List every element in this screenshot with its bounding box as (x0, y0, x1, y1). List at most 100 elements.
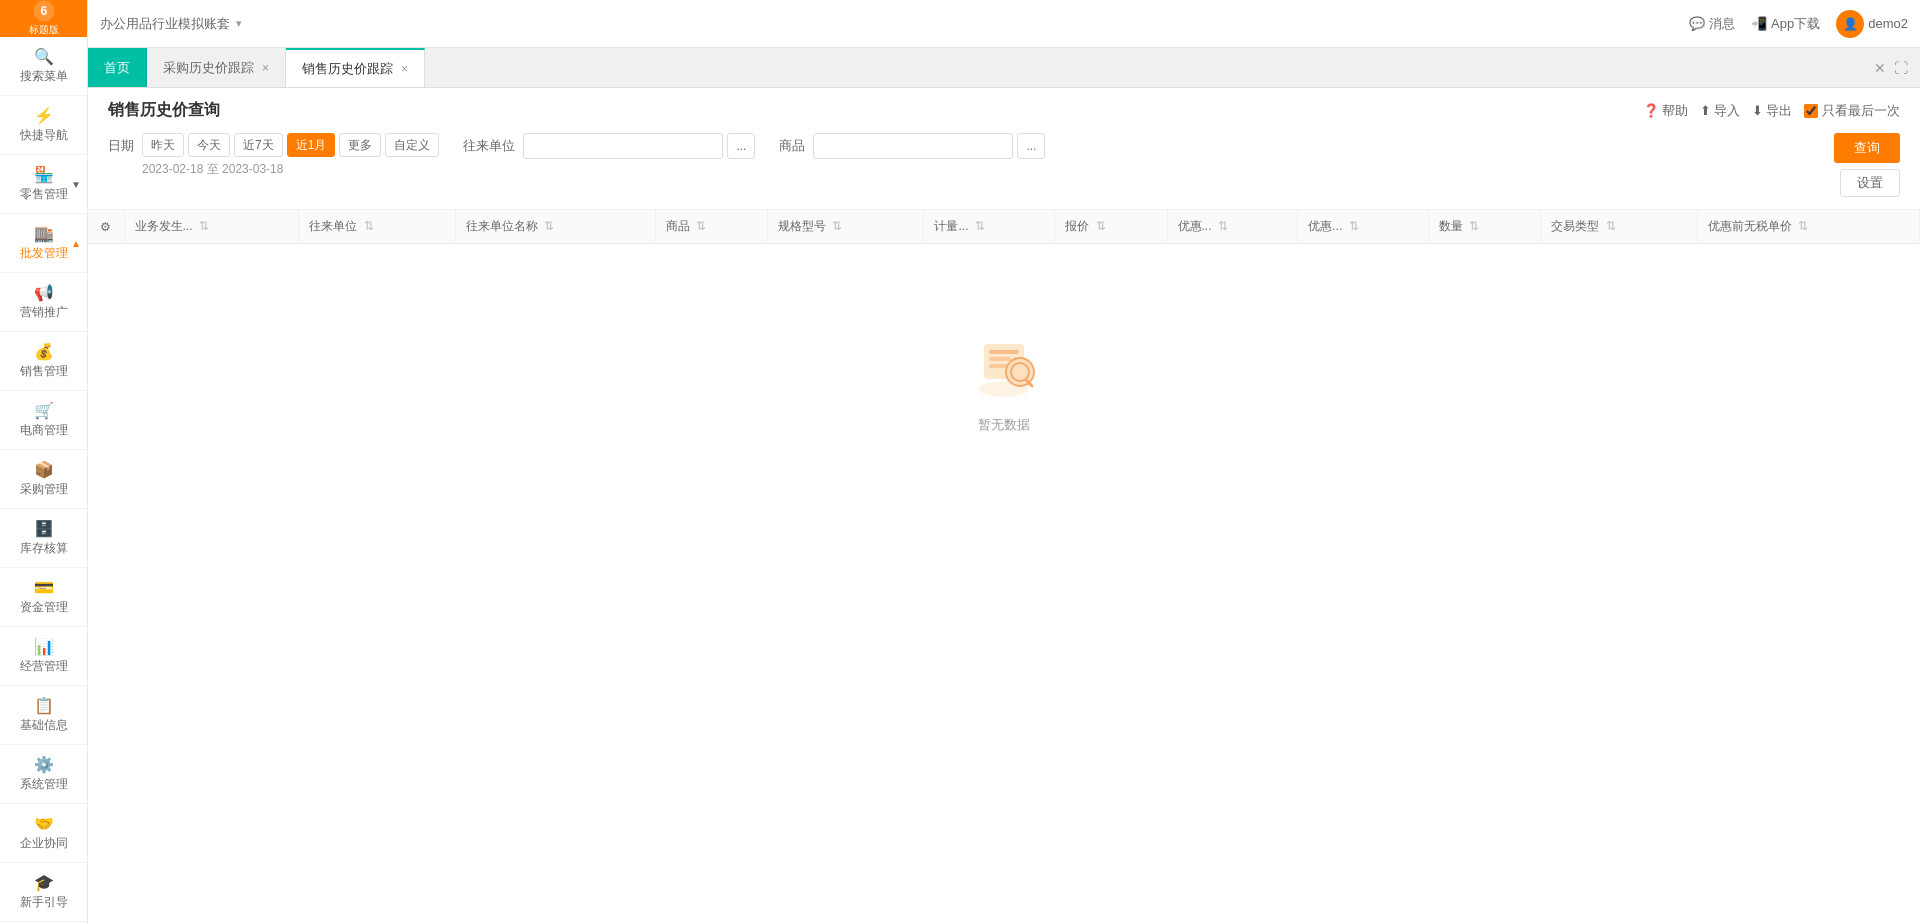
th-quantity-label: 数量 (1439, 219, 1463, 233)
th-spec[interactable]: 规格型号 ⇅ (768, 210, 924, 244)
app-download-icon: 📲 (1751, 16, 1767, 31)
th-quantity-sort-icon: ⇅ (1469, 219, 1479, 233)
sidebar-item-inventory[interactable]: 🗄️ 库存核算 (0, 509, 87, 568)
app-download-label: App下载 (1771, 15, 1820, 33)
import-icon: ⬆ (1700, 103, 1711, 118)
data-table: ⚙ 业务发生... ⇅ 往来单位 ⇅ 往来单位名称 ⇅ (88, 210, 1920, 244)
th-quantity[interactable]: 数量 ⇅ (1428, 210, 1540, 244)
th-settings[interactable]: ⚙ (88, 210, 124, 244)
tab-purchase-history-close[interactable]: × (262, 61, 269, 75)
sidebar: 6 标题版 🔍 搜索菜单 ⚡ 快捷导航 🏪 零售管理 ▼ 🏬 批发管理 ▲ 📢 … (0, 0, 88, 924)
message-action[interactable]: 💬 消息 (1689, 15, 1735, 33)
sidebar-item-basic[interactable]: 📋 基础信息 (0, 686, 87, 745)
goods-filter-label: 商品 (779, 133, 805, 159)
th-no-tax-price[interactable]: 优惠前无税单价 ⇅ (1697, 210, 1919, 244)
th-partner-code-label: 往来单位 (309, 219, 357, 233)
partner-input[interactable] (523, 133, 723, 159)
tab-extra: ✕ ⛶ (1862, 48, 1920, 87)
sidebar-item-wholesale-label: 批发管理 (20, 245, 68, 262)
date-btn-yesterday[interactable]: 昨天 (142, 133, 184, 157)
sidebar-item-wholesale[interactable]: 🏬 批发管理 ▲ (0, 214, 87, 273)
th-business-date-sort-icon: ⇅ (199, 219, 209, 233)
tab-sales-history[interactable]: 销售历史价跟踪 × (286, 48, 425, 87)
partner-dots-btn[interactable]: ... (727, 133, 755, 159)
tab-home-label: 首页 (104, 59, 130, 77)
export-action[interactable]: ⬇ 导出 (1752, 102, 1792, 120)
empty-state: 暂无数据 (88, 244, 1920, 514)
svg-text:6: 6 (40, 4, 47, 18)
tab-purchase-history-label: 采购历史价跟踪 (163, 59, 254, 77)
goods-input[interactable] (813, 133, 1013, 159)
sidebar-item-marketing[interactable]: 📢 营销推广 (0, 273, 87, 332)
sidebar-item-ecommerce[interactable]: 🛒 电商管理 (0, 391, 87, 450)
th-discount2[interactable]: 优惠... ⇅ (1298, 210, 1429, 244)
help-icon: ❓ (1643, 103, 1659, 118)
date-filter-label: 日期 (108, 133, 134, 159)
logo[interactable]: 6 标题版 (0, 0, 87, 37)
sidebar-item-search[interactable]: 🔍 搜索菜单 (0, 37, 87, 96)
topbar: 办公用品行业模拟账套 ▾ 💬 消息 📲 App下载 👤 demo2 (88, 0, 1920, 48)
goods-dots-btn[interactable]: ... (1017, 133, 1045, 159)
th-business-date[interactable]: 业务发生... ⇅ (124, 210, 299, 244)
table-header-row: ⚙ 业务发生... ⇅ 往来单位 ⇅ 往来单位名称 ⇅ (88, 210, 1920, 244)
tab-sales-history-label: 销售历史价跟踪 (302, 60, 393, 78)
content-area: 销售历史价查询 ❓ 帮助 ⬆ 导入 ⬇ 导出 只看最后一次 (88, 88, 1920, 924)
help-action[interactable]: ❓ 帮助 (1643, 102, 1688, 120)
sidebar-item-retail[interactable]: 🏪 零售管理 ▼ (0, 155, 87, 214)
operations-icon: 📊 (34, 637, 54, 656)
page-title: 销售历史价查询 (108, 100, 220, 121)
date-buttons: 昨天 今天 近7天 近1月 更多 自定义 (142, 133, 439, 157)
date-btn-today[interactable]: 今天 (188, 133, 230, 157)
th-goods[interactable]: 商品 ⇅ (655, 210, 767, 244)
th-discount1-label: 优惠... (1178, 219, 1212, 233)
svg-rect-4 (989, 350, 1019, 354)
sidebar-item-purchase[interactable]: 📦 采购管理 (0, 450, 87, 509)
sidebar-item-system[interactable]: ⚙️ 系统管理 (0, 745, 87, 804)
export-label: 导出 (1766, 102, 1792, 120)
th-unit[interactable]: 计量... ⇅ (924, 210, 1055, 244)
th-no-tax-price-sort-icon: ⇅ (1798, 219, 1808, 233)
topbar-dropdown-icon[interactable]: ▾ (236, 17, 242, 30)
tab-fullscreen-icon[interactable]: ⛶ (1894, 60, 1908, 76)
only-last-label: 只看最后一次 (1822, 102, 1900, 120)
only-last-checkbox[interactable] (1804, 104, 1818, 118)
message-icon: 💬 (1689, 16, 1705, 31)
th-partner-name[interactable]: 往来单位名称 ⇅ (455, 210, 655, 244)
th-trade-type-label: 交易类型 (1551, 219, 1599, 233)
sidebar-item-sales[interactable]: 💰 销售管理 (0, 332, 87, 391)
query-button[interactable]: 查询 (1834, 133, 1900, 163)
th-partner-code-sort-icon: ⇅ (364, 219, 374, 233)
sidebar-item-inventory-label: 库存核算 (20, 540, 68, 557)
page-header: 销售历史价查询 ❓ 帮助 ⬆ 导入 ⬇ 导出 只看最后一次 (88, 88, 1920, 121)
user-profile[interactable]: 👤 demo2 (1836, 10, 1908, 38)
tab-home[interactable]: 首页 (88, 48, 147, 87)
th-discount1[interactable]: 优惠... ⇅ (1167, 210, 1298, 244)
date-btn-custom[interactable]: 自定义 (385, 133, 439, 157)
th-quoted-price[interactable]: 报价 ⇅ (1055, 210, 1167, 244)
empty-text: 暂无数据 (978, 416, 1030, 434)
tab-close-all-icon[interactable]: ✕ (1874, 60, 1886, 76)
sales-icon: 💰 (34, 342, 54, 361)
th-partner-code[interactable]: 往来单位 ⇅ (299, 210, 455, 244)
tab-purchase-history[interactable]: 采购历史价跟踪 × (147, 48, 286, 87)
app-download-action[interactable]: 📲 App下载 (1751, 15, 1820, 33)
sidebar-item-finance[interactable]: 💳 资金管理 (0, 568, 87, 627)
sidebar-item-guide[interactable]: 🎓 新手引导 (0, 863, 87, 922)
logo-text: 标题版 (29, 23, 59, 37)
empty-icon (964, 324, 1044, 404)
th-trade-type[interactable]: 交易类型 ⇅ (1541, 210, 1697, 244)
date-btn-1month[interactable]: 近1月 (287, 133, 336, 157)
tab-sales-history-close[interactable]: × (401, 62, 408, 76)
system-icon: ⚙️ (34, 755, 54, 774)
main-area: 办公用品行业模拟账套 ▾ 💬 消息 📲 App下载 👤 demo2 首页 (88, 0, 1920, 924)
sidebar-item-quicknav[interactable]: ⚡ 快捷导航 (0, 96, 87, 155)
sidebar-item-enterprise[interactable]: 🤝 企业协同 (0, 804, 87, 863)
sidebar-item-operations[interactable]: 📊 经营管理 (0, 627, 87, 686)
date-btn-7days[interactable]: 近7天 (234, 133, 283, 157)
message-label: 消息 (1709, 15, 1735, 33)
import-action[interactable]: ⬆ 导入 (1700, 102, 1740, 120)
date-btn-more[interactable]: 更多 (339, 133, 381, 157)
only-last-checkbox-label[interactable]: 只看最后一次 (1804, 102, 1900, 120)
settings-button[interactable]: 设置 (1840, 169, 1900, 197)
partner-filter-label: 往来单位 (463, 133, 515, 159)
